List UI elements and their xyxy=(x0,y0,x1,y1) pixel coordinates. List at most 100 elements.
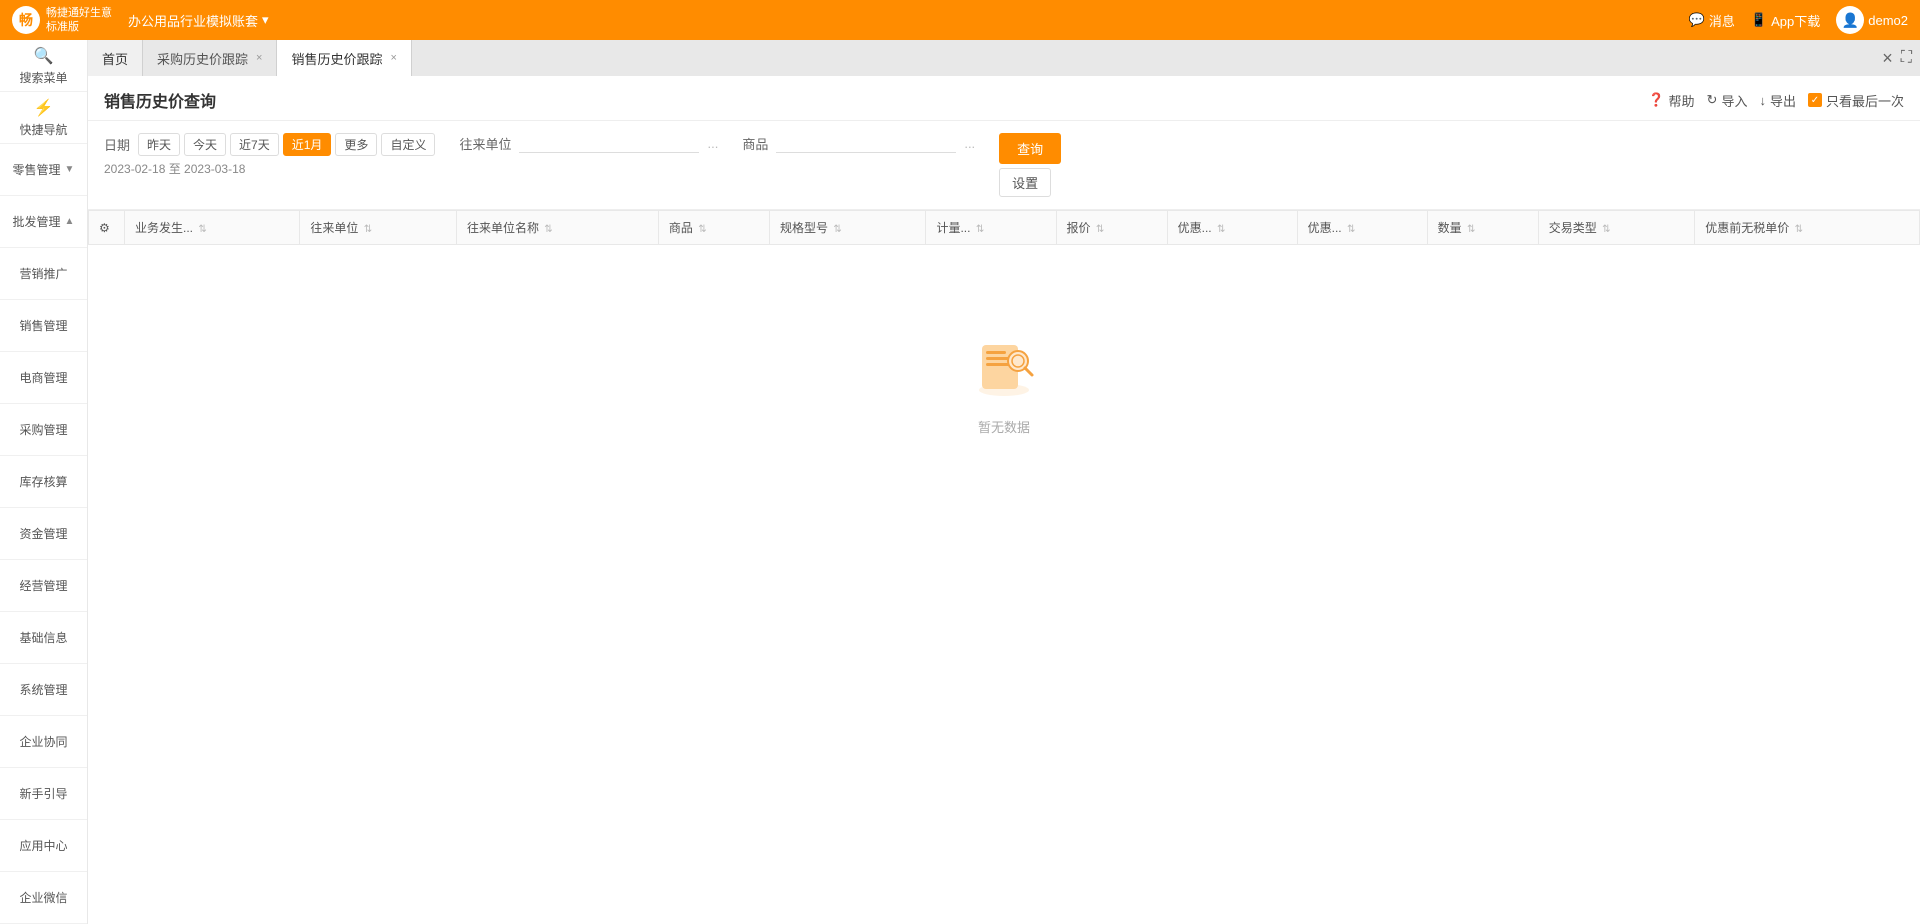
last-only-checkbox-area[interactable]: ✓ 只看最后一次 xyxy=(1808,91,1904,110)
tab-sales-history[interactable]: 销售历史价跟踪 × xyxy=(277,40,411,76)
col-biz-date[interactable]: 业务发生... ⇅ xyxy=(125,211,300,245)
tab-home[interactable]: 首页 xyxy=(88,40,143,76)
close-all-tabs-button[interactable]: × xyxy=(1882,48,1893,69)
product-label: 商品 xyxy=(742,134,768,153)
date-btn-last7days[interactable]: 近7天 xyxy=(230,133,279,156)
col-product[interactable]: 商品 ⇅ xyxy=(658,211,769,245)
message-button[interactable]: 💬 消息 xyxy=(1689,11,1735,30)
tab-bar: 首页 采购历史价跟踪 × 销售历史价跟踪 × × ⛶ xyxy=(88,40,1920,76)
tab-close-sales-history[interactable]: × xyxy=(390,52,396,64)
sort-icon: ⇅ xyxy=(1795,224,1803,235)
sidebar-item-search-menu[interactable]: 🔍 搜索菜单 xyxy=(0,40,87,92)
sidebar: 🔍 搜索菜单 ⚡ 快捷导航 零售管理 ▼ 批发管理 ▲ 营销推广 销售管理 电商… xyxy=(0,40,88,924)
sort-icon: ⇅ xyxy=(1602,224,1610,235)
sidebar-item-basic-info[interactable]: 基础信息 xyxy=(0,612,87,664)
sidebar-item-enterprise-collab[interactable]: 企业协同 xyxy=(0,716,87,768)
page-title: 销售历史价查询 xyxy=(104,88,216,112)
download-icon: 📱 xyxy=(1751,12,1767,28)
date-label: 日期 xyxy=(104,135,130,154)
sidebar-item-system[interactable]: 系统管理 xyxy=(0,664,87,716)
sidebar-item-operations[interactable]: 经营管理 xyxy=(0,560,87,612)
col-quantity[interactable]: 数量 ⇅ xyxy=(1427,211,1538,245)
last-only-checkbox[interactable]: ✓ xyxy=(1808,93,1822,107)
sidebar-item-app-center[interactable]: 应用中心 xyxy=(0,820,87,872)
chevron-down-icon: ▼ xyxy=(65,164,75,175)
col-partner-code[interactable]: 往来单位 ⇅ xyxy=(300,211,457,245)
sort-icon: ⇅ xyxy=(364,224,372,235)
sidebar-item-finance[interactable]: 资金管理 xyxy=(0,508,87,560)
col-discount1[interactable]: 优惠... ⇅ xyxy=(1167,211,1297,245)
import-button[interactable]: ↻ 导入 xyxy=(1707,91,1748,110)
top-bar-right: 💬 消息 📱 App下载 👤 demo2 xyxy=(1689,6,1908,34)
col-unit[interactable]: 计量... ⇅ xyxy=(926,211,1056,245)
filter-actions: 查询 设置 xyxy=(999,133,1061,197)
table-settings-col[interactable]: ⚙ xyxy=(89,211,125,245)
date-filter: 日期 昨天 今天 近7天 近1月 更多 自定义 2023-02-18 至 202… xyxy=(104,133,435,177)
date-btn-yesterday[interactable]: 昨天 xyxy=(138,133,180,156)
logo-icon: 畅 xyxy=(12,6,40,34)
col-trade-type[interactable]: 交易类型 ⇅ xyxy=(1538,211,1695,245)
sidebar-item-marketing[interactable]: 营销推广 xyxy=(0,248,87,300)
settings-button[interactable]: 设置 xyxy=(999,168,1051,197)
sidebar-item-enterprise-wechat[interactable]: 企业微信 xyxy=(0,872,87,924)
empty-state-icon xyxy=(964,325,1044,405)
col-spec[interactable]: 规格型号 ⇅ xyxy=(769,211,926,245)
sidebar-item-sales-mgmt[interactable]: 销售管理 xyxy=(0,300,87,352)
settings-icon: ⚙ xyxy=(99,221,110,235)
search-button[interactable]: 查询 xyxy=(999,133,1061,164)
col-partner-name[interactable]: 往来单位名称 ⇅ xyxy=(456,211,658,245)
import-icon: ↻ xyxy=(1707,92,1718,108)
sidebar-item-newbie-guide[interactable]: 新手引导 xyxy=(0,768,87,820)
help-icon: ❓ xyxy=(1648,92,1664,108)
sort-icon: ⇅ xyxy=(833,224,841,235)
partner-label: 往来单位 xyxy=(459,134,511,153)
sidebar-item-wholesale-mgmt[interactable]: 批发管理 ▲ xyxy=(0,196,87,248)
sort-icon: ⇅ xyxy=(1467,224,1475,235)
sidebar-item-quick-nav[interactable]: ⚡ 快捷导航 xyxy=(0,92,87,144)
tab-purchase-history[interactable]: 采购历史价跟踪 × xyxy=(143,40,277,76)
export-button[interactable]: ↓ 导出 xyxy=(1759,91,1796,110)
partner-filter: 往来单位 ... xyxy=(459,133,718,153)
logo-text: 畅捷通好生意 标准版 xyxy=(46,6,112,35)
top-bar-left: 畅 畅捷通好生意 标准版 办公用品行业模拟账套 ▾ xyxy=(12,6,277,35)
main-content: 销售历史价查询 ❓ 帮助 ↻ 导入 ↓ 导出 ✓ 只看最后一次 xyxy=(88,76,1920,924)
date-btn-custom[interactable]: 自定义 xyxy=(381,133,435,156)
product-dots[interactable]: ... xyxy=(964,136,975,151)
date-btn-today[interactable]: 今天 xyxy=(184,133,226,156)
date-range: 2023-02-18 至 2023-03-18 xyxy=(104,160,435,177)
app-selector[interactable]: 办公用品行业模拟账套 ▾ xyxy=(120,9,277,32)
empty-state: 暂无数据 xyxy=(88,245,1920,516)
sort-icon: ⇅ xyxy=(1217,224,1225,235)
sidebar-item-purchase-mgmt[interactable]: 采购管理 xyxy=(0,404,87,456)
sidebar-item-ecommerce[interactable]: 电商管理 xyxy=(0,352,87,404)
sort-icon: ⇅ xyxy=(698,224,706,235)
tab-close-purchase-history[interactable]: × xyxy=(256,52,262,64)
sort-icon: ⇅ xyxy=(1096,224,1104,235)
sort-icon: ⇅ xyxy=(198,224,206,235)
empty-state-text: 暂无数据 xyxy=(978,417,1030,436)
date-btn-more[interactable]: 更多 xyxy=(335,133,377,156)
product-filter: 商品 ... xyxy=(742,133,975,153)
help-button[interactable]: ❓ 帮助 xyxy=(1648,91,1694,110)
sidebar-item-inventory[interactable]: 库存核算 xyxy=(0,456,87,508)
app-download-button[interactable]: 📱 App下载 xyxy=(1751,11,1820,30)
logo-area[interactable]: 畅 畅捷通好生意 标准版 xyxy=(12,6,112,35)
message-icon: 💬 xyxy=(1689,12,1705,28)
partner-input[interactable] xyxy=(519,133,699,153)
sidebar-item-retail-mgmt[interactable]: 零售管理 ▼ xyxy=(0,144,87,196)
sort-icon: ⇅ xyxy=(544,224,552,235)
product-input[interactable] xyxy=(776,133,956,153)
col-quote[interactable]: 报价 ⇅ xyxy=(1056,211,1167,245)
user-menu[interactable]: 👤 demo2 xyxy=(1836,6,1908,34)
date-btn-last1month[interactable]: 近1月 xyxy=(283,133,332,156)
avatar: 👤 xyxy=(1836,6,1864,34)
col-pretax-price[interactable]: 优惠前无税单价 ⇅ xyxy=(1695,211,1920,245)
table-area: ⚙ 业务发生... ⇅ 往来单位 ⇅ 往来单位名称 ⇅ xyxy=(88,210,1920,516)
maximize-button[interactable]: ⛶ xyxy=(1901,49,1912,67)
top-bar: 畅 畅捷通好生意 标准版 办公用品行业模拟账套 ▾ 💬 消息 📱 App下载 👤… xyxy=(0,0,1920,40)
date-buttons: 昨天 今天 近7天 近1月 更多 自定义 xyxy=(138,133,435,156)
partner-dots[interactable]: ... xyxy=(707,136,718,151)
page-container: 销售历史价查询 ❓ 帮助 ↻ 导入 ↓ 导出 ✓ 只看最后一次 xyxy=(88,76,1920,924)
chevron-up-icon: ▲ xyxy=(65,216,75,227)
col-discount2[interactable]: 优惠... ⇅ xyxy=(1297,211,1427,245)
